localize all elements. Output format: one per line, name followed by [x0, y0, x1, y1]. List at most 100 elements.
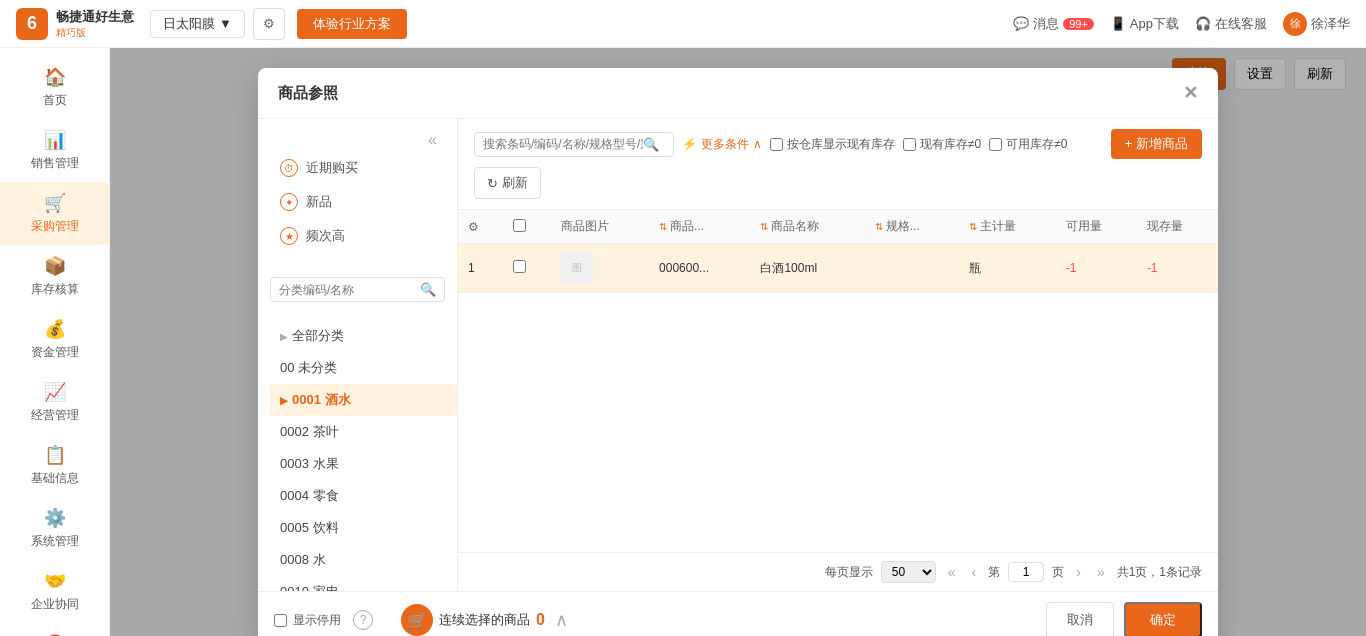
recent-purchase-btn[interactable]: ⏱ 近期购买 — [270, 153, 445, 183]
add-product-btn[interactable]: + 新增商品 — [1111, 129, 1202, 159]
product-table: ⚙ 商品图片 ⇅ 商品... — [458, 210, 1218, 293]
purchase-icon: 🛒 — [44, 192, 66, 214]
message-area[interactable]: 💬 消息 99+ — [1013, 15, 1094, 33]
user-area[interactable]: 徐 徐泽华 — [1283, 12, 1350, 36]
sort-icon4: ⇅ — [969, 221, 977, 232]
cart-area[interactable]: 🛒 连续选择的商品 0 ∧ — [401, 604, 568, 636]
select-all-checkbox[interactable] — [513, 219, 526, 232]
sidebar-item-inventory[interactable]: 📦 库存核算 — [0, 245, 109, 308]
category-0003[interactable]: 0003 水果 — [270, 448, 457, 480]
collapse-cart-icon[interactable]: ∧ — [555, 609, 568, 631]
frequent-btn[interactable]: ★ 频次高 — [270, 221, 445, 251]
category-0004[interactable]: 0004 零食 — [270, 480, 457, 512]
sidebar-item-home[interactable]: 🏠 首页 — [0, 56, 109, 119]
new-product-btn[interactable]: ✦ 新品 — [270, 187, 445, 217]
col-spec[interactable]: ⇅ 规格... — [865, 210, 959, 244]
category-all[interactable]: ▶ 全部分类 — [270, 320, 457, 352]
expand-icon: ▶ — [280, 331, 288, 342]
product-search-icon[interactable]: 🔍 — [643, 137, 659, 152]
app-download[interactable]: 📱 App下载 — [1110, 15, 1179, 33]
logo-icon: 6 — [16, 8, 48, 40]
category-0005[interactable]: 0005 饮料 — [270, 512, 457, 544]
filter-icon: ⚡ — [682, 137, 697, 151]
next-page-btn[interactable]: › — [1072, 564, 1085, 580]
table-header: ⚙ 商品图片 ⇅ 商品... — [458, 210, 1218, 244]
cell-unit: 瓶 — [959, 244, 1056, 293]
sidebar: 🏠 首页 📊 销售管理 🛒 采购管理 📦 库存核算 💰 资金管理 📈 经营管理 … — [0, 48, 110, 636]
category-00[interactable]: 00 未分类 — [270, 352, 457, 384]
total-label: 共1页，1条记录 — [1117, 564, 1202, 581]
sidebar-item-enterprise[interactable]: 🤝 企业协同 — [0, 560, 109, 623]
refresh-btn[interactable]: ↻ 刷新 — [474, 167, 541, 199]
collapse-panel-icon[interactable]: « — [420, 131, 445, 149]
sidebar-item-basic-info[interactable]: 📋 基础信息 — [0, 434, 109, 497]
category-list: ▶ 全部分类 00 未分类 ▶ 0001 酒水 0002 茶 — [258, 320, 457, 591]
help-icon[interactable]: ? — [353, 610, 373, 630]
nav-right: 💬 消息 99+ 📱 App下载 🎧 在线客服 徐 徐泽华 — [1013, 12, 1350, 36]
category-0010[interactable]: 0010 家电 — [270, 576, 457, 591]
confirm-button[interactable]: 确定 — [1124, 602, 1202, 636]
headset-icon: 🎧 — [1195, 16, 1211, 31]
col-checkbox[interactable] — [503, 210, 551, 244]
col-name[interactable]: ⇅ 商品名称 — [750, 210, 864, 244]
table-body: 1 图 000600... 白酒100ml 瓶 — [458, 244, 1218, 293]
show-disabled-checkbox[interactable] — [274, 614, 287, 627]
category-0001[interactable]: ▶ 0001 酒水 — [270, 384, 457, 416]
page-size-select[interactable]: 50 10 20 100 — [881, 561, 936, 583]
home-icon: 🏠 — [44, 66, 66, 88]
col-unit[interactable]: ⇅ 主计量 — [959, 210, 1056, 244]
online-service[interactable]: 🎧 在线客服 — [1195, 15, 1267, 33]
category-search-input[interactable] — [279, 283, 420, 297]
recent-icon: ⏱ — [280, 159, 298, 177]
operation-icon: 📈 — [44, 381, 66, 403]
sidebar-item-guide[interactable]: 🎯 新手引导 — [0, 623, 109, 636]
sidebar-item-system[interactable]: ⚙️ 系统管理 — [0, 497, 109, 560]
cart-icon: 🛒 — [401, 604, 433, 636]
cancel-button[interactable]: 取消 — [1046, 602, 1114, 636]
filter-btn[interactable]: ⚡ 更多条件 ∧ — [682, 136, 762, 153]
cell-code: 000600... — [649, 244, 750, 293]
category-0008[interactable]: 0008 水 — [270, 544, 457, 576]
checkbox-warehouse-input[interactable] — [770, 138, 783, 151]
category-0002[interactable]: 0002 茶叶 — [270, 416, 457, 448]
cell-name: 白酒100ml — [750, 244, 864, 293]
checkbox-available-stock[interactable]: 可用库存≠0 — [989, 136, 1067, 153]
basic-info-icon: 📋 — [44, 444, 66, 466]
quick-btns: « ⏱ 近期购买 ✦ 新品 ★ — [258, 131, 457, 259]
chevron-down-icon: ▼ — [219, 16, 232, 31]
top-nav: 6 畅捷通好生意 精巧版 日太阳膜 ▼ ⚙ 体验行业方案 💬 消息 99+ 📱 … — [0, 0, 1366, 48]
show-disabled-check[interactable]: 显示停用 — [274, 612, 341, 629]
prev-page-btn[interactable]: ‹ — [968, 564, 981, 580]
modal-overlay: 商品参照 ✕ « ⏱ 近期购买 — [110, 48, 1366, 636]
sort-icon: ⇅ — [659, 221, 667, 232]
product-search-box[interactable]: 🔍 — [474, 132, 674, 157]
category-search-icon[interactable]: 🔍 — [420, 282, 436, 297]
sidebar-item-sales[interactable]: 📊 销售管理 — [0, 119, 109, 182]
product-search-input[interactable] — [483, 137, 643, 151]
sidebar-item-finance[interactable]: 💰 资金管理 — [0, 308, 109, 371]
modal-close-icon[interactable]: ✕ — [1183, 82, 1198, 104]
content-area: 查询 设置 刷新 商品参照 ✕ « — [110, 48, 1366, 636]
col-code[interactable]: ⇅ 商品... — [649, 210, 750, 244]
checkbox-current-stock[interactable]: 现有库存≠0 — [903, 136, 981, 153]
settings-icon[interactable]: ⚙ — [253, 8, 285, 40]
inventory-icon: 📦 — [44, 255, 66, 277]
page-number-input[interactable] — [1008, 562, 1044, 582]
pagination-bar: 每页显示 50 10 20 100 « ‹ 第 页 — [458, 552, 1218, 591]
checkbox-available-stock-input[interactable] — [989, 138, 1002, 151]
first-page-btn[interactable]: « — [944, 564, 960, 580]
col-settings[interactable]: ⚙ — [458, 210, 503, 244]
table-row[interactable]: 1 图 000600... 白酒100ml 瓶 — [458, 244, 1218, 293]
checkbox-current-stock-input[interactable] — [903, 138, 916, 151]
cell-checkbox[interactable] — [503, 244, 551, 293]
checkbox-warehouse[interactable]: 按仓库显示现有库存 — [770, 136, 895, 153]
last-page-btn[interactable]: » — [1093, 564, 1109, 580]
trial-btn[interactable]: 体验行业方案 — [297, 9, 407, 39]
sidebar-item-operation[interactable]: 📈 经营管理 — [0, 371, 109, 434]
sidebar-item-purchase[interactable]: 🛒 采购管理 — [0, 182, 109, 245]
modal: 商品参照 ✕ « ⏱ 近期购买 — [258, 68, 1218, 636]
frequent-icon: ★ — [280, 227, 298, 245]
row-checkbox[interactable] — [513, 260, 526, 273]
nav-selector[interactable]: 日太阳膜 ▼ — [150, 10, 245, 38]
category-search-box[interactable]: 🔍 — [270, 277, 445, 302]
